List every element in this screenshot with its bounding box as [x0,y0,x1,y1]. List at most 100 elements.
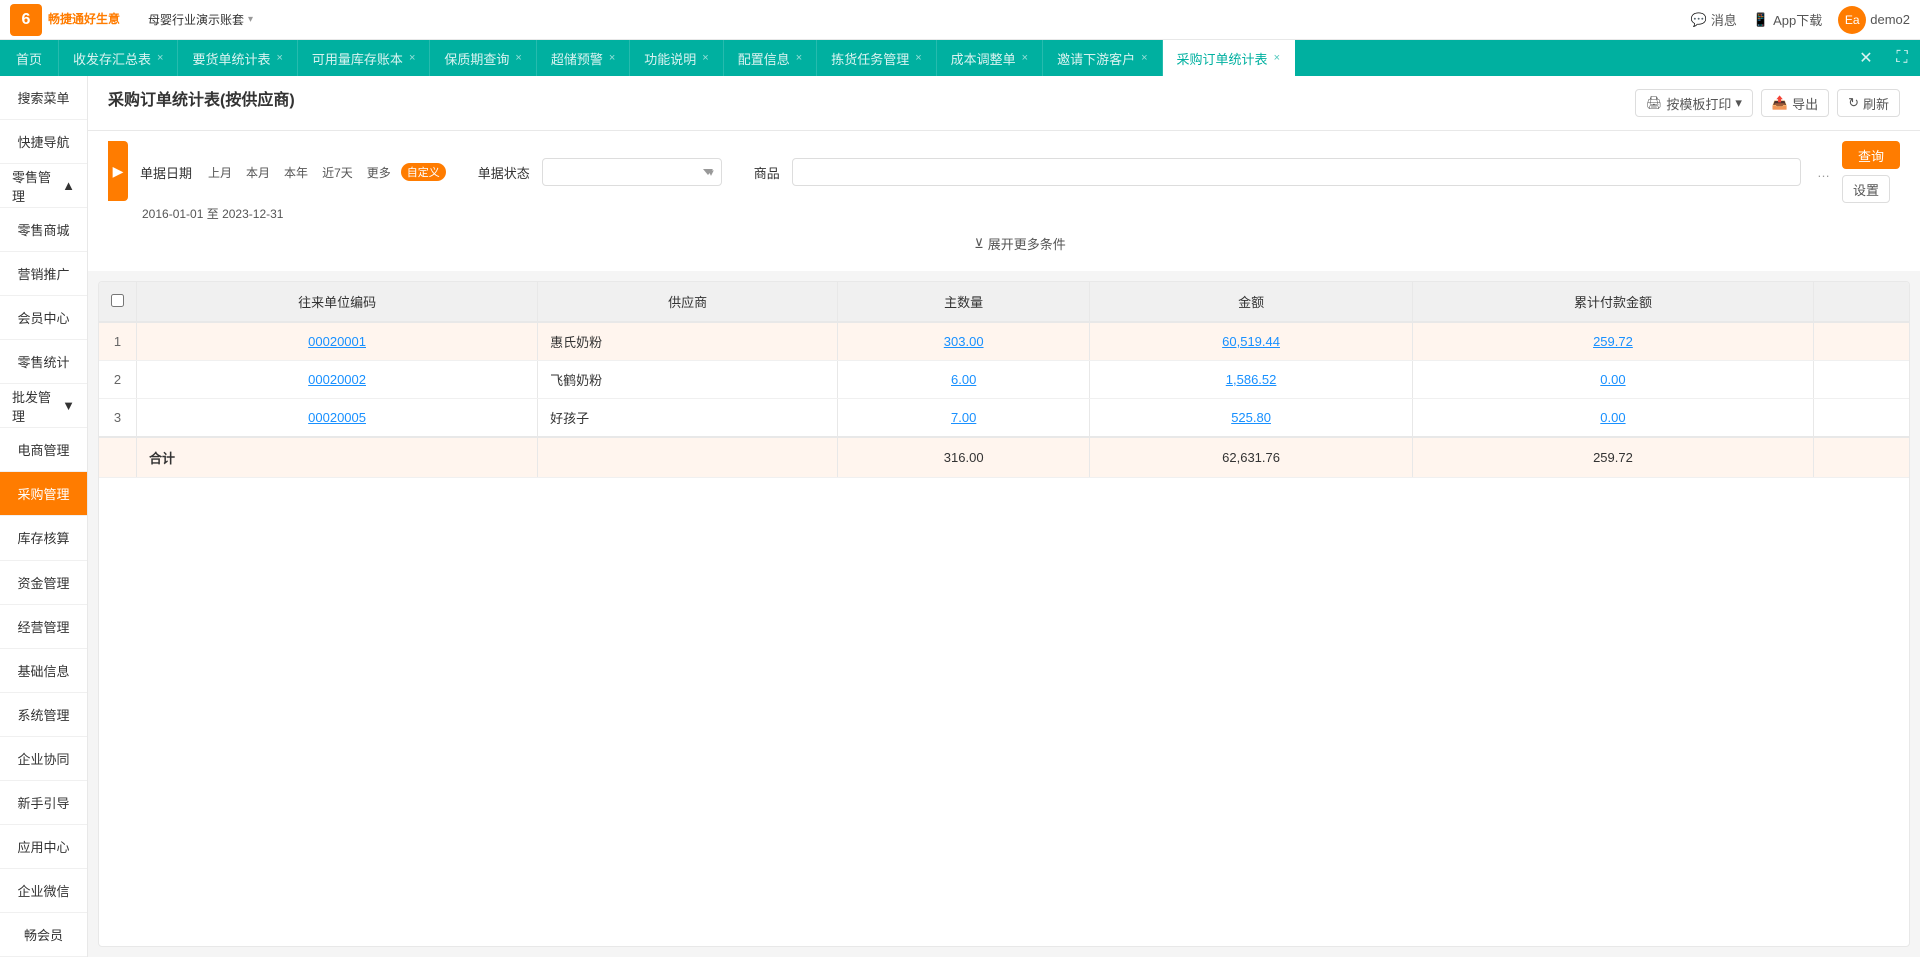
tab-超储预警[interactable]: 超储预警 × [537,40,630,76]
sidebar-item-appcenter[interactable]: 应用中心 [0,825,87,869]
col-amount: 金额 [1090,282,1413,322]
sidebar-item-purchase[interactable]: 采购管理 [0,472,87,516]
footer-paid-cell: 259.72 [1412,437,1813,478]
code-link[interactable]: 00020001 [308,334,366,349]
paid-link[interactable]: 0.00 [1600,410,1625,425]
footer-checkbox-cell [99,437,137,478]
message-button[interactable]: 💬 消息 [1691,10,1737,29]
user-avatar[interactable]: Ea demo2 [1838,6,1910,34]
filter-line-1: 单据日期 上月 本月 本年 近7天 更多 自定义 单据状态 [140,141,1900,203]
tab-成本调整单[interactable]: 成本调整单 × [937,40,1043,76]
tab-配置信息[interactable]: 配置信息 × [724,40,817,76]
message-label: 消息 [1711,10,1737,29]
nav-maximize-button[interactable]: ⛶ [1884,40,1920,76]
sidebar-item-quicknav[interactable]: 快捷导航 [0,120,87,164]
qty-link[interactable]: 6.00 [951,372,976,387]
tab-保质期查询[interactable]: 保质期查询 × [430,40,536,76]
qty-link[interactable]: 303.00 [944,334,984,349]
tab-close-icon[interactable]: × [796,52,802,64]
tab-close-icon[interactable]: × [915,52,921,64]
qty-link[interactable]: 7.00 [951,410,976,425]
paid-link[interactable]: 259.72 [1593,334,1633,349]
row-paid: 0.00 [1412,399,1813,438]
sidebar-item-retailshop[interactable]: 零售商城 [0,208,87,252]
col-checkbox [99,282,137,322]
sidebar-item-system[interactable]: 系统管理 [0,693,87,737]
select-all-checkbox[interactable] [111,294,124,307]
sidebar-item-newguide[interactable]: 新手引导 [0,781,87,825]
code-link[interactable]: 00020002 [308,372,366,387]
tab-邀请下游客户[interactable]: 邀请下游客户 × [1043,40,1162,76]
tab-可用量库存账本[interactable]: 可用量库存账本 × [298,40,430,76]
settings-button[interactable]: 设置 [1842,175,1890,203]
tab-close-icon[interactable]: × [609,52,615,64]
sidebar-item-label: 资金管理 [17,573,69,592]
data-table: 往来单位编码 供应商 主数量 金额 累计付款金额 1 00020001 惠氏奶粉… [99,282,1909,478]
export-icon: 📤 [1772,95,1788,111]
tab-close-icon[interactable]: × [1141,52,1147,64]
print-button[interactable]: 🖨 按模板打印 ▾ [1635,89,1753,117]
code-link[interactable]: 00020005 [308,410,366,425]
chevron-down-icon: ▼ [62,398,75,413]
refresh-button[interactable]: ↻ 刷新 [1837,89,1900,117]
app-download-label: App下载 [1773,10,1822,29]
amount-link[interactable]: 525.80 [1231,410,1271,425]
shortcut-this-month[interactable]: 本月 [242,162,274,183]
tab-功能说明[interactable]: 功能说明 × [630,40,723,76]
tab-close-icon[interactable]: × [409,52,415,64]
paid-link[interactable]: 0.00 [1600,372,1625,387]
row-amount: 1,586.52 [1090,361,1413,399]
footer-supplier-cell [538,437,838,478]
app-download-button[interactable]: 📱 App下载 [1753,10,1822,29]
top-bar-left: 6 畅捷通好生意 母婴行业演示账套 ▾ [10,4,253,36]
tab-拣货任务管理[interactable]: 拣货任务管理 × [817,40,936,76]
sidebar-item-vip[interactable]: 畅会员 [0,913,87,957]
shortcut-more[interactable]: 更多 [363,162,395,183]
sidebar-item-marketing[interactable]: 营销推广 [0,252,87,296]
refresh-icon: ↻ [1848,95,1859,111]
commodity-more-icon[interactable]: … [1817,165,1830,180]
nav-tabs: 首页 收发存汇总表 × 要货单统计表 × 可用量库存账本 × 保质期查询 × 超… [0,40,1920,76]
sidebar-item-wholesale[interactable]: 批发管理 ▼ [0,384,87,428]
sidebar-item-search[interactable]: 搜索菜单 [0,76,87,120]
sidebar-item-inventory[interactable]: 库存核算 [0,516,87,560]
sidebar-item-corpwechat[interactable]: 企业微信 [0,869,87,913]
status-select[interactable] [542,158,722,186]
logo-icon: 6 [10,4,42,36]
tab-close-icon[interactable]: × [276,52,282,64]
tab-close-icon[interactable]: × [1022,52,1028,64]
row-amount: 60,519.44 [1090,322,1413,361]
tab-close-icon[interactable]: × [515,52,521,64]
sidebar-item-label: 基础信息 [17,661,69,680]
sidebar-item-retailstat[interactable]: 零售统计 [0,340,87,384]
sidebar-item-label: 零售统计 [17,352,69,371]
tab-close-icon[interactable]: × [702,52,708,64]
sidebar-item-retail[interactable]: 零售管理 ▲ [0,164,87,208]
shortcut-7days[interactable]: 近7天 [318,162,357,183]
sidebar-item-member[interactable]: 会员中心 [0,296,87,340]
sidebar-item-ecommerce[interactable]: 电商管理 [0,428,87,472]
tab-close-icon[interactable]: × [157,52,163,64]
tab-close-icon[interactable]: × [1274,52,1280,64]
sidebar-item-enterprise[interactable]: 企业协同 [0,737,87,781]
top-bar: 6 畅捷通好生意 母婴行业演示账套 ▾ 💬 消息 📱 App下载 Ea demo… [0,0,1920,40]
query-button[interactable]: 查询 [1842,141,1900,169]
sidebar-item-label: 应用中心 [17,837,69,856]
amount-link[interactable]: 1,586.52 [1226,372,1277,387]
tab-采购订单统计表[interactable]: 采购订单统计表 × [1163,40,1295,76]
shortcut-this-year[interactable]: 本年 [280,162,312,183]
nav-close-button[interactable]: ✕ [1848,40,1884,76]
commodity-input[interactable] [792,158,1801,186]
filter-toggle-button[interactable]: ▶ [108,141,128,201]
tab-home[interactable]: 首页 [0,40,59,76]
sidebar-item-basic[interactable]: 基础信息 [0,649,87,693]
expand-more-button[interactable]: ⊻ 展开更多条件 [974,234,1066,253]
workspace-selector[interactable]: 母婴行业演示账套 ▾ [148,11,253,28]
sidebar-item-ops[interactable]: 经营管理 [0,605,87,649]
tab-要货单统计表[interactable]: 要货单统计表 × [178,40,297,76]
export-button[interactable]: 📤 导出 [1761,89,1829,117]
tab-收发存汇总表[interactable]: 收发存汇总表 × [59,40,178,76]
amount-link[interactable]: 60,519.44 [1222,334,1280,349]
shortcut-last-month[interactable]: 上月 [204,162,236,183]
sidebar-item-finance[interactable]: 资金管理 [0,561,87,605]
